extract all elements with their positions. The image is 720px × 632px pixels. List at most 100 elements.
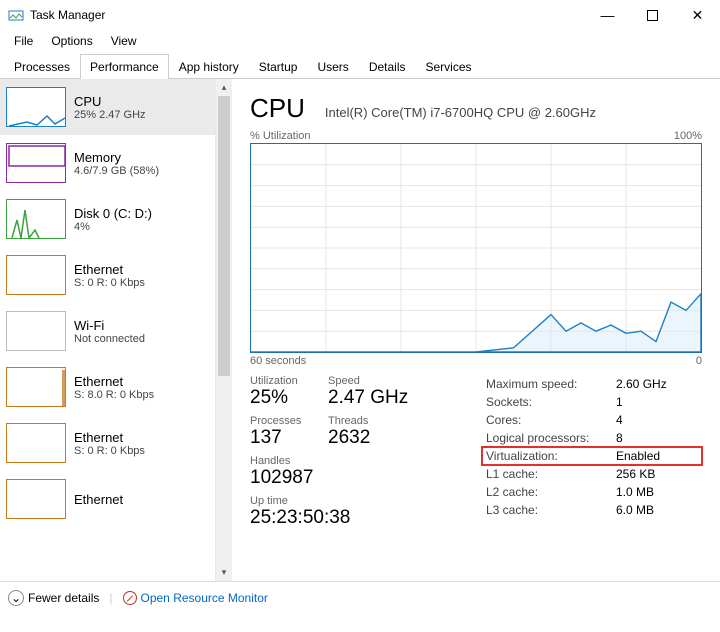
window-title: Task Manager xyxy=(30,8,105,22)
info-row: Virtualization:Enabled xyxy=(482,447,702,465)
fewer-details-button[interactable]: ⌄ Fewer details xyxy=(8,590,99,606)
sidebar-item-ethernet[interactable]: Ethernet S: 0 R: 0 Kbps xyxy=(0,415,215,471)
sidebar-scrollbar[interactable]: ▴ ▾ xyxy=(215,79,232,581)
info-row: Maximum speed:2.60 GHz xyxy=(482,375,702,393)
sidebar-item-memory[interactable]: Memory 4.6/7.9 GB (58%) xyxy=(0,135,215,191)
scroll-up-icon[interactable]: ▴ xyxy=(216,79,232,96)
graph-xlabel-left: 60 seconds xyxy=(250,355,306,367)
info-value: Enabled xyxy=(612,447,702,465)
footer: ⌄ Fewer details | Open Resource Monitor xyxy=(0,581,720,613)
tab-services[interactable]: Services xyxy=(416,54,482,79)
sidebar-thumbnail xyxy=(6,143,66,183)
minimize-button[interactable]: — xyxy=(585,0,630,30)
sidebar-item-name: Memory xyxy=(74,150,159,165)
handles-value: 102987 xyxy=(250,467,328,489)
sidebar-item-sub: Not connected xyxy=(74,333,145,345)
info-key: Cores: xyxy=(482,411,612,429)
main-title: CPU xyxy=(250,93,305,124)
footer-separator: | xyxy=(109,591,112,605)
fewer-details-label: Fewer details xyxy=(28,591,99,605)
tab-processes[interactable]: Processes xyxy=(4,54,80,79)
handles-label: Handles xyxy=(250,455,328,467)
sidebar-item-ethernet[interactable]: Ethernet S: 8.0 R: 0 Kbps xyxy=(0,359,215,415)
info-key: Logical processors: xyxy=(482,429,612,447)
tab-app-history[interactable]: App history xyxy=(169,54,249,79)
close-button[interactable]: ✕ xyxy=(675,0,720,30)
sidebar-thumbnail xyxy=(6,255,66,295)
tab-users[interactable]: Users xyxy=(307,54,358,79)
graph-xlabel-right: 0 xyxy=(696,355,702,367)
sidebar-thumbnail xyxy=(6,479,66,519)
sidebar-item-sub: S: 0 R: 0 Kbps xyxy=(74,445,145,457)
sidebar-item-name: Wi-Fi xyxy=(74,318,145,333)
info-value: 4 xyxy=(612,411,702,429)
utilization-value: 25% xyxy=(250,387,328,409)
menu-file[interactable]: File xyxy=(6,32,41,50)
sidebar-item-name: CPU xyxy=(74,94,146,109)
scroll-down-icon[interactable]: ▾ xyxy=(216,564,232,581)
scrollbar-thumb[interactable] xyxy=(218,96,230,376)
processes-value: 137 xyxy=(250,427,328,449)
chevron-down-icon: ⌄ xyxy=(8,590,24,606)
tab-performance[interactable]: Performance xyxy=(80,54,169,79)
sidebar-item-name: Ethernet xyxy=(74,262,145,277)
sidebar-item-name: Ethernet xyxy=(74,374,154,389)
threads-label: Threads xyxy=(328,415,406,427)
sidebar-thumbnail xyxy=(6,87,66,127)
app-icon xyxy=(8,7,24,23)
info-key: L1 cache: xyxy=(482,465,612,483)
info-row: Cores:4 xyxy=(482,411,702,429)
tab-details[interactable]: Details xyxy=(359,54,416,79)
utilization-label: Utilization xyxy=(250,375,328,387)
sidebar-thumbnail xyxy=(6,199,66,239)
sidebar-thumbnail xyxy=(6,367,66,407)
info-value: 8 xyxy=(612,429,702,447)
open-resource-monitor-label: Open Resource Monitor xyxy=(141,591,268,605)
menu-view[interactable]: View xyxy=(103,32,145,50)
uptime-label: Up time xyxy=(250,495,482,507)
info-key: L2 cache: xyxy=(482,483,612,501)
info-row: Sockets:1 xyxy=(482,393,702,411)
speed-value: 2.47 GHz xyxy=(328,387,428,409)
cpu-model: Intel(R) Core(TM) i7-6700HQ CPU @ 2.60GH… xyxy=(325,105,596,120)
resource-monitor-icon xyxy=(123,591,137,605)
sidebar-thumbnail xyxy=(6,423,66,463)
uptime-value: 25:23:50:38 xyxy=(250,507,482,529)
info-key: Virtualization: xyxy=(482,447,612,465)
sidebar-item-sub: 4.6/7.9 GB (58%) xyxy=(74,165,159,177)
sidebar-item-name: Disk 0 (C: D:) xyxy=(74,206,152,221)
info-value: 2.60 GHz xyxy=(612,375,702,393)
open-resource-monitor-link[interactable]: Open Resource Monitor xyxy=(123,591,268,605)
info-value: 256 KB xyxy=(612,465,702,483)
sidebar-item-ethernet[interactable]: Ethernet xyxy=(0,471,215,527)
sidebar-item-sub: S: 8.0 R: 0 Kbps xyxy=(74,389,154,401)
sidebar-item-disk-0-c-d-[interactable]: Disk 0 (C: D:) 4% xyxy=(0,191,215,247)
sidebar-item-wi-fi[interactable]: Wi-Fi Not connected xyxy=(0,303,215,359)
sidebar: CPU 25% 2.47 GHz Memory 4.6/7.9 GB (58%)… xyxy=(0,79,232,581)
info-row: L1 cache:256 KB xyxy=(482,465,702,483)
cpu-info-table: Maximum speed:2.60 GHzSockets:1Cores:4Lo… xyxy=(482,375,702,519)
sidebar-item-ethernet[interactable]: Ethernet S: 0 R: 0 Kbps xyxy=(0,247,215,303)
info-row: L3 cache:6.0 MB xyxy=(482,501,702,519)
titlebar: Task Manager — ✕ xyxy=(0,0,720,30)
menu-options[interactable]: Options xyxy=(43,32,100,50)
sidebar-item-name: Ethernet xyxy=(74,430,145,445)
tab-bar: Processes Performance App history Startu… xyxy=(0,54,720,79)
maximize-button[interactable] xyxy=(630,0,675,30)
utilization-graph xyxy=(250,143,702,353)
info-key: Sockets: xyxy=(482,393,612,411)
processes-label: Processes xyxy=(250,415,328,427)
info-value: 6.0 MB xyxy=(612,501,702,519)
tab-startup[interactable]: Startup xyxy=(249,54,308,79)
sidebar-item-sub: 25% 2.47 GHz xyxy=(74,109,146,121)
sidebar-thumbnail xyxy=(6,311,66,351)
info-row: L2 cache:1.0 MB xyxy=(482,483,702,501)
graph-ylabel-left: % Utilization xyxy=(250,130,311,142)
info-value: 1.0 MB xyxy=(612,483,702,501)
sidebar-item-name: Ethernet xyxy=(74,492,123,507)
info-key: Maximum speed: xyxy=(482,375,612,393)
sidebar-item-cpu[interactable]: CPU 25% 2.47 GHz xyxy=(0,79,215,135)
graph-ylabel-right: 100% xyxy=(674,130,702,142)
sidebar-item-sub: S: 0 R: 0 Kbps xyxy=(74,277,145,289)
threads-value: 2632 xyxy=(328,427,406,449)
